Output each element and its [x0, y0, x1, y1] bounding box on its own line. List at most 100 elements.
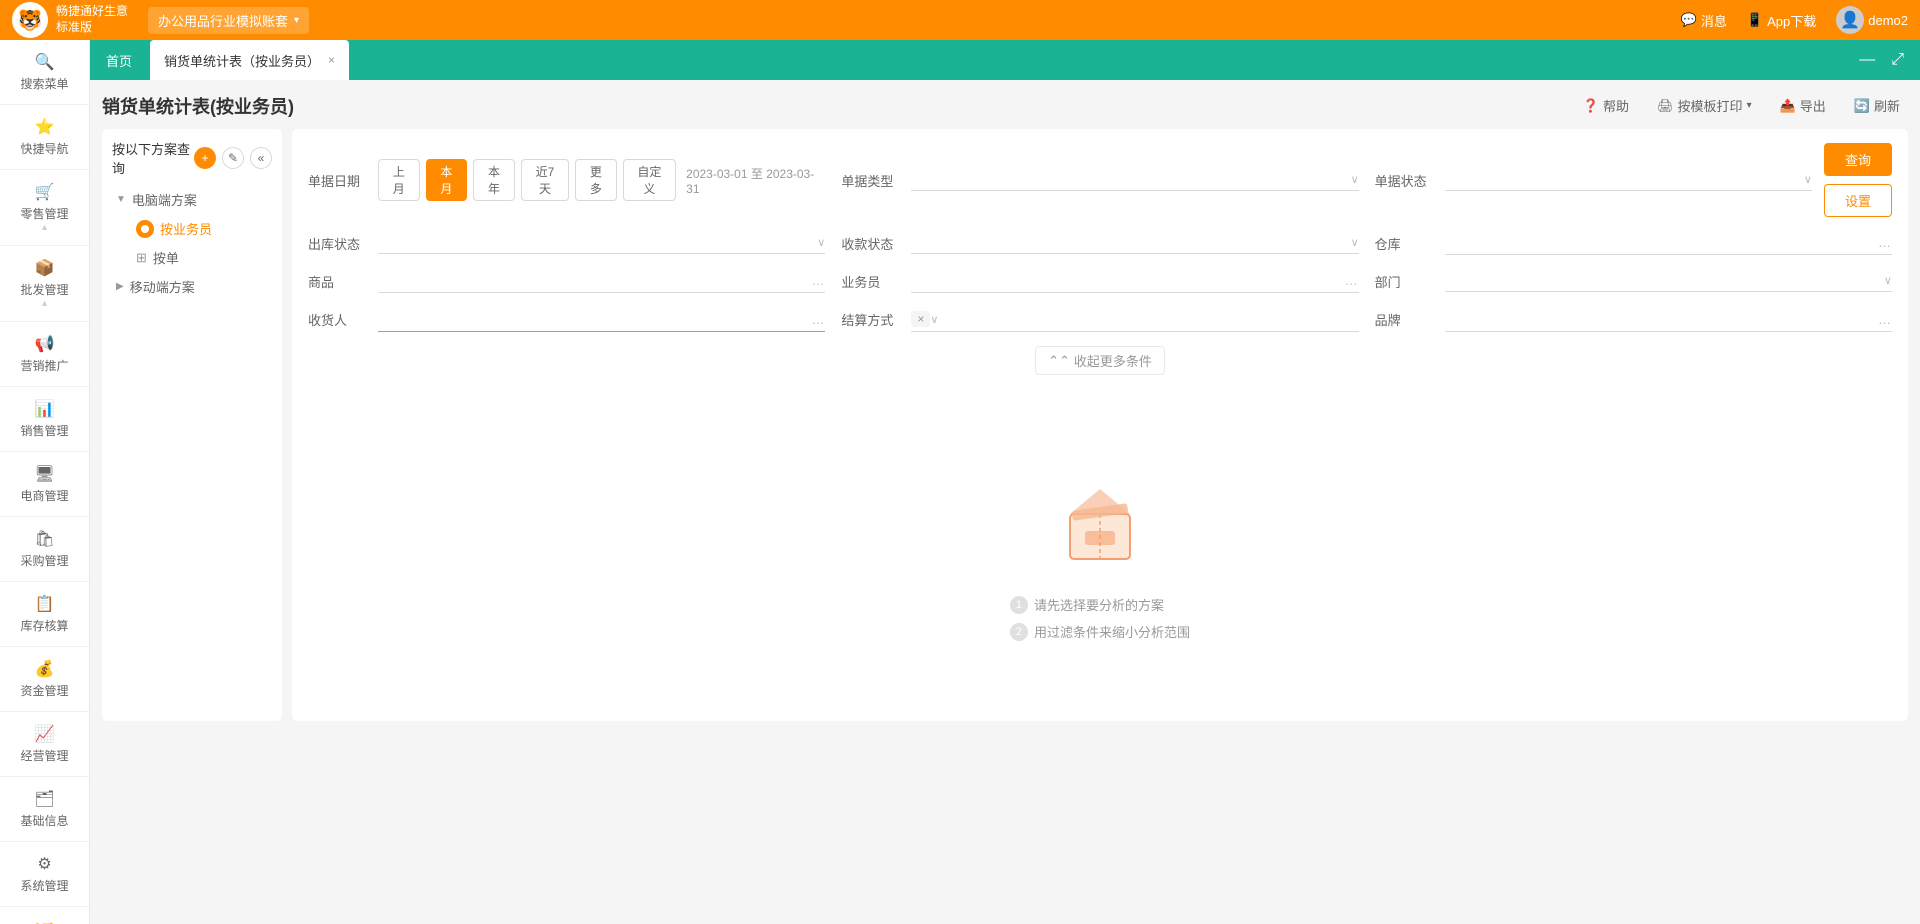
date-last-month-btn[interactable]: 上月 — [378, 159, 420, 201]
receiver-select[interactable]: … — [378, 308, 825, 332]
out-status-select[interactable]: ∨ — [378, 232, 825, 254]
tab-fullscreen-btn[interactable]: ⤢ — [1887, 47, 1908, 73]
export-btn[interactable]: 📤 导出 — [1772, 92, 1834, 119]
message-btn[interactable]: 💬 消息 — [1681, 11, 1727, 30]
system-icon: ⚙ — [4, 854, 85, 874]
page-actions: ❓ 帮助 🖨 按模板打印 ▾ 📤 导出 🔄 — [1575, 92, 1908, 119]
brand-select[interactable]: … — [1445, 308, 1892, 332]
out-status-label: 出库状态 — [308, 234, 378, 253]
sidebar-item-enterprise[interactable]: 🤝 企业协同 — [0, 907, 89, 924]
date-custom-btn[interactable]: 自定义 — [623, 159, 676, 201]
query-buttons: 查询 设置 — [1824, 143, 1892, 217]
sidebar: 🔍 搜索菜单 ⭐ 快捷导航 🛒 零售管理 ▴ 📦 批发管理 ▴ 📢 营销推广 — [0, 40, 90, 924]
tab-home[interactable]: 首页 — [90, 40, 148, 80]
tab-active[interactable]: 销货单统计表（按业务员） × — [150, 40, 349, 80]
payment-method-tag-close[interactable]: × — [917, 312, 924, 326]
dept-label: 部门 — [1375, 272, 1445, 291]
query-btn[interactable]: 查询 — [1824, 143, 1892, 176]
print-arrow-icon: ▾ — [1747, 100, 1752, 111]
edit-scheme-btn[interactable]: ✎ — [222, 147, 244, 169]
inventory-icon: 📋 — [4, 594, 85, 614]
doc-type-select[interactable]: ∨ — [911, 169, 1358, 191]
setting-btn[interactable]: 设置 — [1824, 184, 1892, 217]
brand-dots: … — [1878, 312, 1892, 327]
doc-status-arrow: ∨ — [1804, 173, 1812, 186]
tree-subitem-salesperson: 按业务员 ⊞ 按单 — [112, 214, 272, 272]
payment-method-select[interactable]: × ∨ — [911, 307, 1358, 332]
tab-close-icon[interactable]: × — [328, 53, 335, 67]
sidebar-item-operations[interactable]: 📈 经营管理 — [0, 712, 89, 777]
print-icon: 🖨 — [1657, 98, 1674, 114]
date-more-btn[interactable]: 更多 — [575, 159, 617, 201]
tree-subitem-salesperson-inner[interactable]: 按业务员 — [132, 214, 272, 243]
message-icon: 💬 — [1681, 12, 1697, 28]
refresh-btn[interactable]: 🔄 刷新 — [1846, 92, 1908, 119]
date-label: 单据日期 — [308, 171, 378, 190]
date-this-month-btn[interactable]: 本月 — [426, 159, 468, 201]
help-btn[interactable]: ❓ 帮助 — [1575, 92, 1637, 119]
empty-state: 1 请先选择要分析的方案 2 用过滤条件来缩小分析范围 — [292, 399, 1908, 721]
goods-select[interactable]: … — [378, 269, 825, 293]
collapse-row: ⌃⌃ 收起更多条件 — [308, 346, 1892, 375]
wholesale-icon: 📦 — [35, 258, 55, 278]
payment-method-label: 结算方式 — [841, 310, 911, 329]
warehouse-select[interactable]: … — [1445, 231, 1892, 255]
expand-icon: ▼ — [116, 194, 126, 205]
help-icon: ❓ — [1583, 98, 1599, 114]
print-btn[interactable]: 🖨 按模板打印 ▾ — [1649, 92, 1760, 119]
tree-item-desktop[interactable]: ▼ 电脑端方案 — [112, 185, 272, 214]
salesperson-select[interactable]: … — [911, 269, 1358, 293]
tree-item-mobile[interactable]: ▶ 移动端方案 — [112, 272, 272, 301]
page-header: 销货单统计表(按业务员) ❓ 帮助 🖨 按模板打印 ▾ 📤 — [102, 92, 1908, 119]
sidebar-item-search[interactable]: 🔍 搜索菜单 — [0, 40, 89, 105]
doc-type-arrow: ∨ — [1351, 173, 1359, 186]
tree-subitem-order-inner[interactable]: ⊞ 按单 — [132, 243, 272, 272]
sidebar-item-system[interactable]: ⚙ 系统管理 — [0, 842, 89, 907]
retail-icon: 🛒 — [35, 182, 55, 202]
download-icon: 📱 — [1747, 12, 1763, 28]
doc-status-label: 单据状态 — [1375, 171, 1445, 190]
date-7days-btn[interactable]: 近7天 — [521, 159, 569, 201]
user-menu[interactable]: 👤 demo2 — [1836, 6, 1908, 34]
app-download-btn[interactable]: 📱 App下载 — [1747, 11, 1816, 30]
sidebar-item-purchase[interactable]: 🛍 采购管理 — [0, 517, 89, 582]
sidebar-item-basic[interactable]: 🗂 基础信息 — [0, 777, 89, 842]
payment-status-select[interactable]: ∨ — [911, 232, 1358, 254]
empty-tips: 1 请先选择要分析的方案 2 用过滤条件来缩小分析范围 — [1010, 595, 1190, 641]
dept-select[interactable]: ∨ — [1445, 270, 1892, 292]
tree-item-desktop-label: 电脑端方案 — [132, 190, 197, 209]
salesperson-dots: … — [1345, 273, 1359, 288]
dept-col: 部门 ∨ — [1375, 270, 1892, 292]
doc-type-col: 单据类型 ∨ — [841, 169, 1358, 191]
collapse-icon: ⌃⌃ — [1048, 353, 1070, 369]
date-filter: 上月 本月 本年 近7天 更多 自定义 2023-03-01 至 2023-03… — [378, 159, 825, 201]
left-panel-actions: + ✎ « — [194, 147, 272, 169]
doc-status-select[interactable]: ∨ — [1445, 169, 1812, 191]
brand-col: 品牌 … — [1375, 308, 1892, 332]
collapse-panel-btn[interactable]: « — [250, 147, 272, 169]
payment-status-col: 收款状态 ∨ — [841, 232, 1358, 254]
out-status-arrow: ∨ — [817, 236, 825, 249]
main-body: 按以下方案查询 + ✎ « ▼ 电脑端方案 — [102, 129, 1908, 721]
sidebar-item-wholesale[interactable]: 📦 批发管理 ▴ — [0, 246, 89, 322]
sidebar-item-retail[interactable]: 🛒 零售管理 ▴ — [0, 170, 89, 246]
right-panel: 单据日期 上月 本月 本年 近7天 更多 自定义 2023-03-01 至 20… — [292, 129, 1908, 721]
tree-item-mobile-label: 移动端方案 — [130, 277, 195, 296]
collapse-btn[interactable]: ⌃⌃ 收起更多条件 — [1035, 346, 1165, 375]
enterprise-icon: 🤝 — [4, 919, 85, 924]
add-scheme-btn[interactable]: + — [194, 147, 216, 169]
tab-maximize-btn[interactable]: — — [1855, 47, 1879, 73]
sidebar-item-inventory[interactable]: 📋 库存核算 — [0, 582, 89, 647]
goods-dots: … — [811, 273, 825, 288]
date-this-year-btn[interactable]: 本年 — [473, 159, 515, 201]
payment-status-arrow: ∨ — [1351, 236, 1359, 249]
sidebar-item-marketing[interactable]: 📢 营销推广 — [0, 322, 89, 387]
account-dropdown[interactable]: 办公用品行业模拟账套 ▾ — [148, 7, 309, 34]
warehouse-col: 仓库 … — [1375, 231, 1892, 255]
sidebar-item-finance[interactable]: 💰 资金管理 — [0, 647, 89, 712]
sidebar-item-ecommerce[interactable]: 🖥 电商管理 — [0, 452, 89, 517]
sidebar-item-shortcut[interactable]: ⭐ 快捷导航 — [0, 105, 89, 170]
tab-active-label: 销货单统计表（按业务员） — [164, 51, 320, 70]
sidebar-item-sales[interactable]: 📊 销售管理 — [0, 387, 89, 452]
mobile-expand-icon: ▶ — [116, 281, 124, 292]
